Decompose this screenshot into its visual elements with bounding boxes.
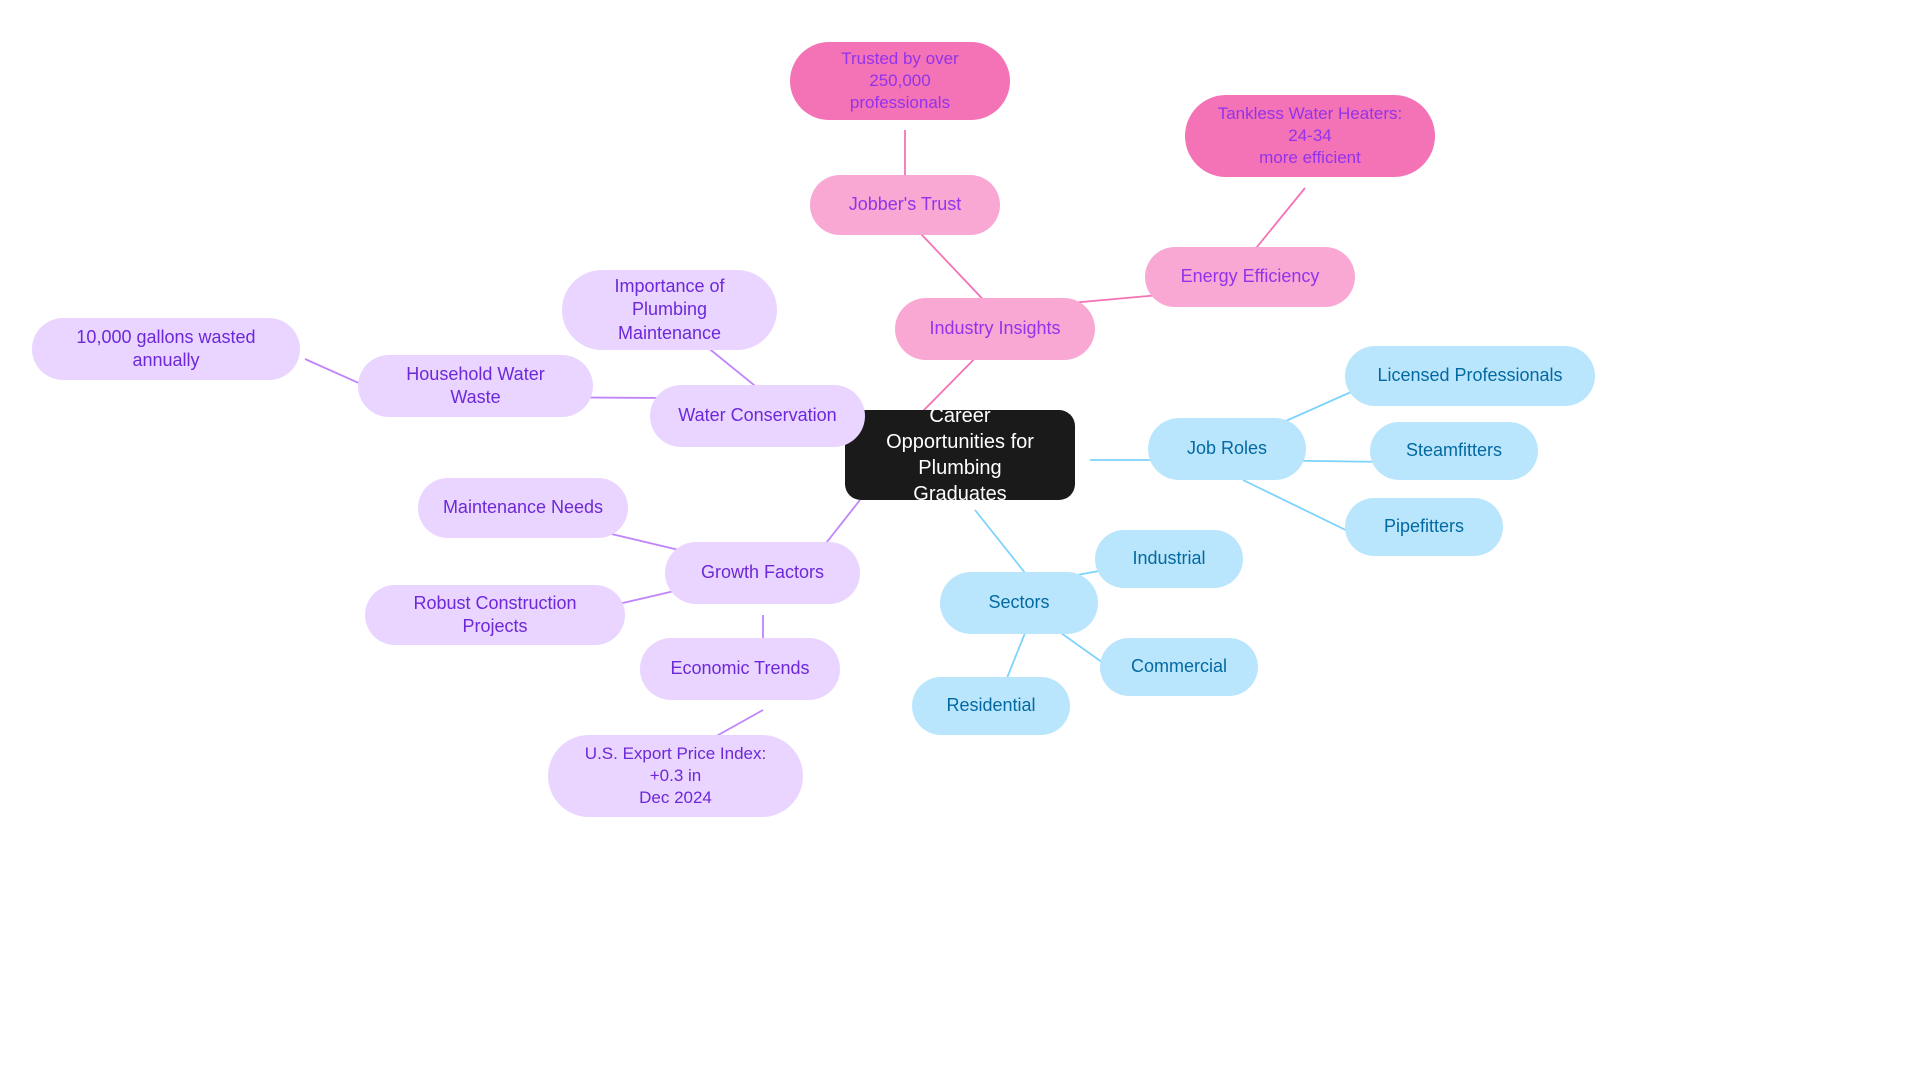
household-water-label: Household Water Waste [380, 363, 571, 410]
residential-label: Residential [946, 694, 1035, 717]
industry-insights-label: Industry Insights [929, 317, 1060, 340]
pipefitters-node: Pipefitters [1345, 498, 1503, 556]
household-water-node: Household Water Waste [358, 355, 593, 417]
licensed-professionals-label: Licensed Professionals [1377, 364, 1562, 387]
licensed-professionals-node: Licensed Professionals [1345, 346, 1595, 406]
steamfitters-node: Steamfitters [1370, 422, 1538, 480]
energy-efficiency-label: Energy Efficiency [1181, 265, 1320, 288]
residential-node: Residential [912, 677, 1070, 735]
job-roles-label: Job Roles [1187, 437, 1267, 460]
tankless-node: Tankless Water Heaters: 24-34 more effic… [1185, 95, 1435, 177]
gallons-node: 10,000 gallons wasted annually [32, 318, 300, 380]
robust-construction-node: Robust Construction Projects [365, 585, 625, 645]
tankless-label: Tankless Water Heaters: 24-34 more effic… [1207, 103, 1413, 169]
maintenance-needs-label: Maintenance Needs [443, 496, 603, 519]
gallons-label: 10,000 gallons wasted annually [54, 326, 278, 373]
jobbers-trust-node: Jobber's Trust [810, 175, 1000, 235]
mind-map-connections [0, 0, 1920, 1083]
economic-trends-label: Economic Trends [670, 657, 809, 680]
water-conservation-node: Water Conservation [650, 385, 865, 447]
robust-construction-label: Robust Construction Projects [387, 592, 603, 639]
job-roles-node: Job Roles [1148, 418, 1306, 480]
center-node: Career Opportunities for Plumbing Gradua… [845, 410, 1075, 500]
commercial-node: Commercial [1100, 638, 1258, 696]
jobbers-trust-label: Jobber's Trust [849, 193, 961, 216]
trusted-node: Trusted by over 250,000 professionals [790, 42, 1010, 120]
pipefitters-label: Pipefitters [1384, 515, 1464, 538]
importance-plumbing-node: Importance of Plumbing Maintenance [562, 270, 777, 350]
economic-trends-node: Economic Trends [640, 638, 840, 700]
growth-factors-label: Growth Factors [701, 561, 824, 584]
maintenance-needs-node: Maintenance Needs [418, 478, 628, 538]
trusted-label: Trusted by over 250,000 professionals [812, 48, 988, 114]
center-label: Career Opportunities for Plumbing Gradua… [873, 403, 1047, 507]
us-export-node: U.S. Export Price Index: +0.3 in Dec 202… [548, 735, 803, 817]
industry-insights-node: Industry Insights [895, 298, 1095, 360]
energy-efficiency-node: Energy Efficiency [1145, 247, 1355, 307]
sectors-node: Sectors [940, 572, 1098, 634]
steamfitters-label: Steamfitters [1406, 439, 1502, 462]
industrial-node: Industrial [1095, 530, 1243, 588]
us-export-label: U.S. Export Price Index: +0.3 in Dec 202… [570, 743, 781, 809]
growth-factors-node: Growth Factors [665, 542, 860, 604]
industrial-label: Industrial [1132, 547, 1205, 570]
water-conservation-label: Water Conservation [678, 404, 836, 427]
commercial-label: Commercial [1131, 655, 1227, 678]
importance-plumbing-label: Importance of Plumbing Maintenance [584, 275, 755, 345]
sectors-label: Sectors [988, 591, 1049, 614]
